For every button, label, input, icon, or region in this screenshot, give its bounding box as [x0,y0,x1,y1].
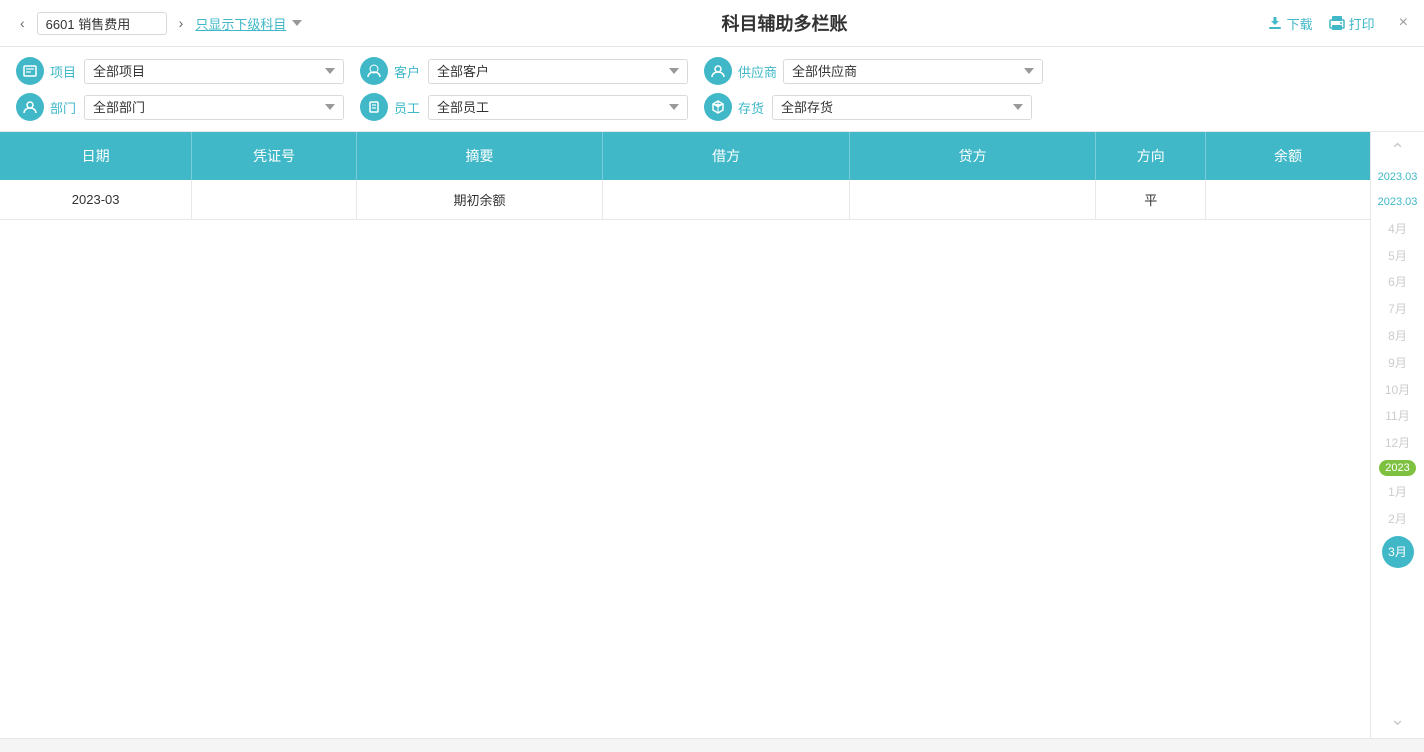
year-badge-2023[interactable]: 2023 [1379,460,1415,476]
ledger-table: 日期 凭证号 摘要 借方 贷方 方向 余额 2023-03 期初余额 [0,132,1370,220]
close-btn[interactable]: × [1399,14,1408,32]
table-row: 2023-03 期初余额 平 [0,180,1370,220]
cell-balance [1206,180,1370,220]
supplier-icon [704,57,732,85]
filter-supplier: 供应商 全部供应商 [704,57,1043,85]
department-label: 部门 [50,98,78,117]
bottom-scrollbar[interactable] [0,738,1424,752]
period-3-active[interactable]: 3月 [1382,536,1414,568]
right-sidebar: ⌃ 2023.03 2023.03 4月 5月 6月 7月 8月 9月 10月 … [1370,132,1424,738]
project-icon [16,57,44,85]
period-6[interactable]: 6月 [1371,269,1424,296]
inventory-label: 存货 [738,98,766,117]
cell-debit [603,180,850,220]
period-9[interactable]: 9月 [1371,350,1424,377]
filter-department: 部门 全部部门 [16,93,344,121]
sidebar-up-btn[interactable]: ⌃ [1386,136,1409,165]
filter-row-1: 项目 全部项目 客户 全部客户 供应商 [16,57,1408,85]
table-container: 日期 凭证号 摘要 借方 贷方 方向 余额 2023-03 期初余额 [0,132,1424,738]
sidebar-down-btn[interactable]: ⌄ [1386,705,1409,734]
period-12[interactable]: 12月 [1371,430,1424,457]
inventory-select[interactable]: 全部存货 [772,95,1032,120]
cell-date: 2023-03 [0,180,192,220]
col-debit: 借方 [603,132,850,180]
cell-summary: 期初余额 [356,180,603,220]
customer-select[interactable]: 全部客户 [428,59,688,84]
cell-credit [849,180,1096,220]
period-4[interactable]: 4月 [1371,216,1424,243]
project-select[interactable]: 全部项目 [84,59,344,84]
table-header-row: 日期 凭证号 摘要 借方 贷方 方向 余额 [0,132,1370,180]
supplier-label: 供应商 [738,62,777,81]
inventory-icon [704,93,732,121]
cell-voucher [192,180,356,220]
col-voucher: 凭证号 [192,132,356,180]
period-8[interactable]: 8月 [1371,323,1424,350]
period-2023-03-1[interactable]: 2023.03 [1371,165,1424,190]
page-title: 科目辅助多栏账 [310,10,1258,36]
top-actions: 下载 打印 × [1267,14,1408,33]
period-1[interactable]: 1月 [1371,479,1424,506]
employee-select[interactable]: 全部员工 [428,95,688,120]
table-wrapper[interactable]: 日期 凭证号 摘要 借方 贷方 方向 余额 2023-03 期初余额 [0,132,1370,738]
col-date: 日期 [0,132,192,180]
project-label: 项目 [50,62,78,81]
filter-employee: 员工 全部员工 [360,93,688,121]
customer-label: 客户 [394,62,422,81]
prev-account-btn[interactable]: ‹ [16,13,29,33]
supplier-select[interactable]: 全部供应商 [783,59,1043,84]
download-icon [1267,15,1283,31]
period-10[interactable]: 10月 [1371,377,1424,404]
filter-customer: 客户 全部客户 [360,57,688,85]
department-icon [16,93,44,121]
filter-bar: 项目 全部项目 客户 全部客户 供应商 [0,47,1424,132]
account-code-input[interactable] [37,12,167,35]
period-5[interactable]: 5月 [1371,243,1424,270]
customer-icon [360,57,388,85]
filter-inventory: 存货 全部存货 [704,93,1032,121]
col-credit: 贷方 [849,132,1096,180]
show-sub-toggle[interactable]: 只显示下级科目 [195,14,302,33]
period-2023-03-2[interactable]: 2023.03 [1371,190,1424,215]
cell-direction: 平 [1096,180,1206,220]
period-11[interactable]: 11月 [1371,403,1424,430]
chevron-down-icon [292,20,302,26]
col-balance: 余额 [1206,132,1370,180]
employee-icon [360,93,388,121]
filter-project: 项目 全部项目 [16,57,344,85]
employee-label: 员工 [394,98,422,117]
top-bar: ‹ › 只显示下级科目 科目辅助多栏账 下载 [0,0,1424,47]
department-select[interactable]: 全部部门 [84,95,344,120]
next-account-btn[interactable]: › [175,13,188,33]
period-2[interactable]: 2月 [1371,506,1424,533]
filter-row-2: 部门 全部部门 员工 全部员工 存货 [16,93,1408,121]
main-window: ‹ › 只显示下级科目 科目辅助多栏账 下载 [0,0,1424,752]
print-btn[interactable]: 打印 [1329,14,1375,33]
download-btn[interactable]: 下载 [1267,14,1313,33]
period-7[interactable]: 7月 [1371,296,1424,323]
col-direction: 方向 [1096,132,1206,180]
col-summary: 摘要 [356,132,603,180]
print-icon [1329,15,1345,31]
